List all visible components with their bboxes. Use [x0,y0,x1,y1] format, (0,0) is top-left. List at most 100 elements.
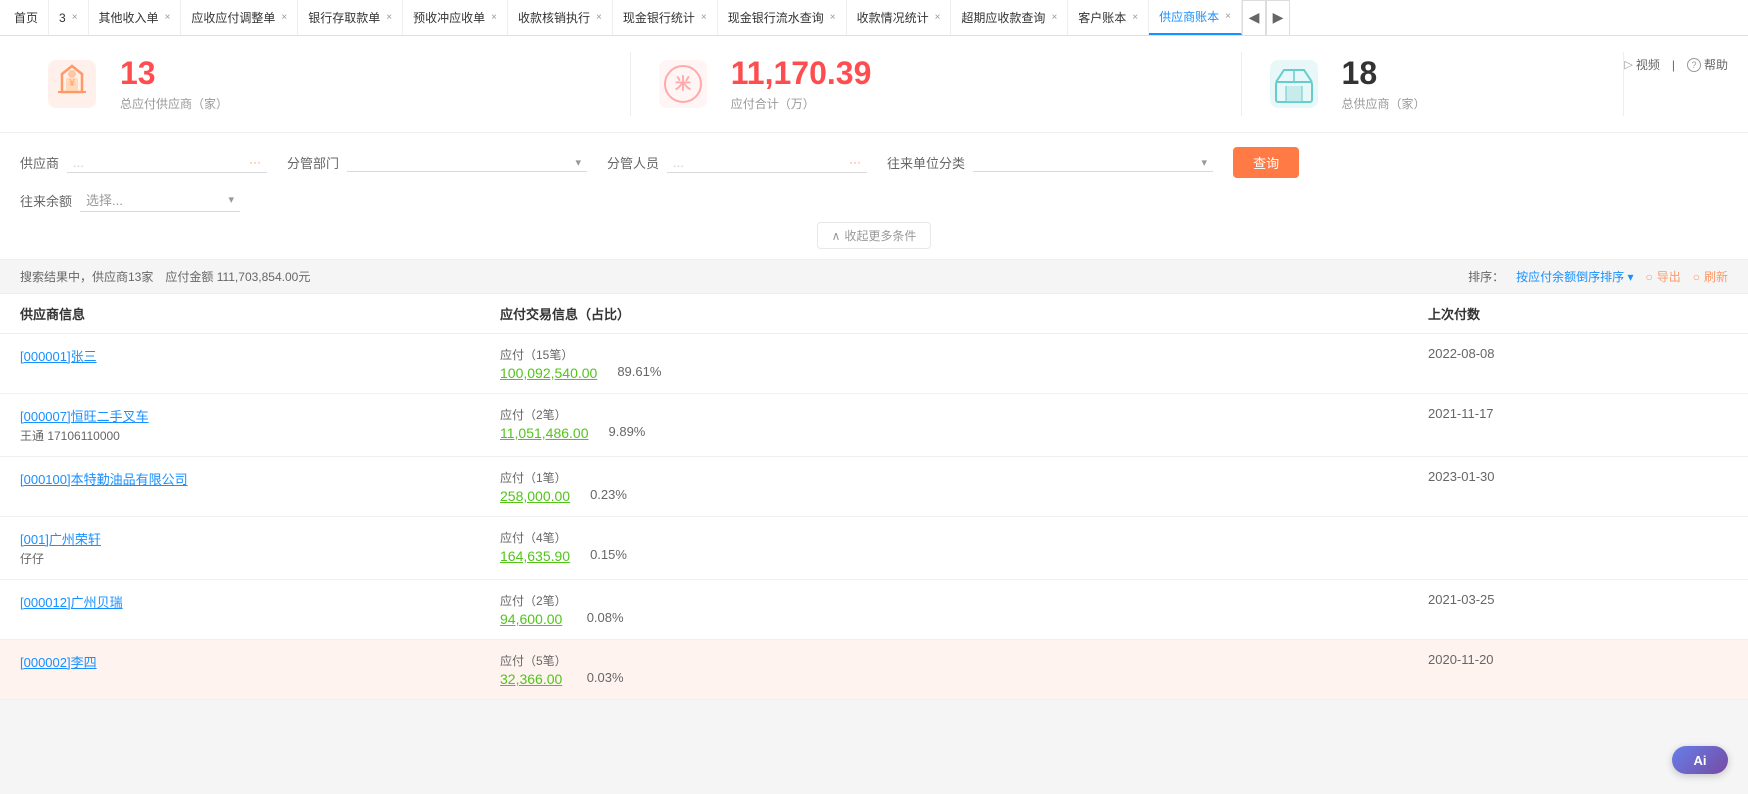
nav-item-cash-bank-flow[interactable]: 现金银行流水查询 × [718,0,847,35]
nav-item-supplier-ledger[interactable]: 供应商账本 × [1149,0,1242,35]
amount-value[interactable]: 100,092,540.00 [500,365,597,381]
help-text: 帮助 [1704,56,1728,73]
video-link[interactable]: ▷ 视频 [1624,56,1659,73]
close-icon[interactable]: × [596,12,602,23]
supplier-input[interactable]: ... ··· [67,153,267,173]
person-filter-label: 分管人员 [607,153,659,172]
refresh-button[interactable]: ○ 刷新 [1693,268,1728,285]
close-icon[interactable]: × [1051,12,1057,23]
result-bar: 搜索结果中，供应商13家 应付金额 111,703,854.00元 排序： 按应… [0,260,1748,294]
filter-section: 供应商 ... ··· 分管部门 ▾ 分管人员 ... ··· 往来单位分类 [0,133,1748,260]
card1-number: 13 [120,56,228,91]
supplier-link[interactable]: [001]广州荣轩 [20,529,500,548]
close-icon[interactable]: × [281,12,287,23]
search-button[interactable]: 查询 [1233,147,1299,178]
amount-percent: 0.23% [590,469,627,502]
result-amount: 应付金额 111,703,854.00元 [165,268,310,285]
category-chevron-down-icon: ▾ [1202,156,1208,169]
supplier-link[interactable]: [000007]恒旺二手叉车 [20,406,500,425]
person-filter: 分管人员 ... ··· [607,153,867,173]
last-pay-cell: 2022-08-08 [1428,346,1728,381]
close-icon[interactable]: × [491,12,497,23]
nav-item-label: 超期应收款查询 [961,9,1045,26]
amount-percent: 0.08% [587,592,624,625]
chevron-up-icon: ∧ [832,229,841,243]
close-icon[interactable]: × [830,12,836,23]
svg-text:米: 米 [675,74,692,93]
amount-value[interactable]: 94,600.00 [500,611,567,627]
amount-value[interactable]: 258,000.00 [500,488,570,504]
transaction-cell: 应付（2笔） 94,600.00 0.08% [500,592,1428,627]
divider: | [1672,58,1675,72]
close-icon[interactable]: × [1225,11,1231,22]
store-icon [1262,52,1326,116]
export-button[interactable]: ○ 导出 [1645,268,1680,285]
nav-item-cash-bank-stats[interactable]: 现金银行统计 × [613,0,718,35]
nav-arrow-left[interactable]: ◀ [1242,0,1266,36]
col-header-transaction: 应付交易信息（占比） [500,304,1428,323]
last-pay-cell: 2020-11-20 [1428,652,1728,687]
close-icon[interactable]: × [72,12,78,23]
svg-text:¥: ¥ [68,78,75,89]
supplier-info-cell: [000001]张三 [20,346,500,381]
balance-filter: 往来余额 选择... ▾ [20,188,240,212]
supplier-filter-label: 供应商 [20,153,59,172]
nav-item-ar-ap-adjust[interactable]: 应收应付调整单 × [181,0,298,35]
nav-item-label: 首页 [14,9,38,26]
collapse-button[interactable]: ∧ 收起更多条件 [817,222,932,249]
result-count: 搜索结果中，供应商13家 [20,268,153,285]
amount-info: 应付（5笔） 32,366.00 [500,652,567,687]
help-link[interactable]: ? 帮助 [1687,56,1728,73]
amount-value[interactable]: 164,635.90 [500,548,570,564]
amount-value[interactable]: 11,051,486.00 [500,425,589,441]
sort-select[interactable]: 按应付余额倒序排序 ▾ [1516,268,1633,285]
amount-info: 应付（4笔） 164,635.90 [500,529,570,564]
person-input-text: ... [673,155,849,170]
amount-value[interactable]: 32,366.00 [500,671,567,687]
dept-select[interactable]: ▾ [347,154,587,172]
table-row: [000002]李四 应付（5笔） 32,366.00 0.03% 2020-1… [0,640,1748,700]
nav-item-home[interactable]: 首页 [4,0,49,35]
close-icon[interactable]: × [386,12,392,23]
person-input[interactable]: ... ··· [667,153,867,173]
amount-info: 应付（2笔） 11,051,486.00 [500,406,589,441]
dept-chevron-down-icon: ▾ [576,156,582,169]
supplier-sub: 王通 17106110000 [20,427,500,444]
table-row: [000012]广州贝瑞 应付（2笔） 94,600.00 0.08% 2021… [0,580,1748,640]
nav-item-label: 预收冲应收单 [413,9,485,26]
supplier-info-cell: [001]广州荣轩 仔仔 [20,529,500,567]
result-actions: 排序： 按应付余额倒序排序 ▾ ○ 导出 ○ 刷新 [1468,268,1728,285]
close-icon[interactable]: × [1132,12,1138,23]
nav-item-3[interactable]: 3 × [49,0,89,35]
amount-label: 应付（5笔） [500,652,567,669]
nav-item-collection-exec[interactable]: 收款核销执行 × [508,0,613,35]
top-right-links: ▷ 视频 | ? 帮助 [1624,52,1728,73]
nav-item-label: 3 [59,11,66,25]
nav-item-bank-deposit[interactable]: 银行存取款单 × [298,0,403,35]
ai-assistant-button[interactable]: Ai [1672,746,1728,774]
close-icon[interactable]: × [165,12,171,23]
supplier-link[interactable]: [000002]李四 [20,652,500,671]
nav-item-other-income[interactable]: 其他收入单 × [89,0,182,35]
category-select[interactable]: ▾ [973,154,1213,172]
category-filter-label: 往来单位分类 [887,153,965,172]
nav-item-customer-ledger[interactable]: 客户账本 × [1068,0,1149,35]
nav-item-overdue-ar[interactable]: 超期应收款查询 × [951,0,1068,35]
balance-select[interactable]: 选择... ▾ [80,188,240,212]
supplier-link[interactable]: [000100]本特勤油品有限公司 [20,469,500,488]
close-icon[interactable]: × [935,12,941,23]
supplier-link[interactable]: [000012]广州贝瑞 [20,592,500,611]
table-body: [000001]张三 应付（15笔） 100,092,540.00 89.61%… [0,334,1748,700]
nav-item-collection-stats[interactable]: 收款情况统计 × [847,0,952,35]
supplier-link[interactable]: [000001]张三 [20,346,500,365]
payable-amount-icon: 米 [651,52,715,116]
balance-select-text: 选择... [86,190,228,209]
nav-item-advance-offset[interactable]: 预收冲应收单 × [403,0,508,35]
nav-arrow-right[interactable]: ▶ [1266,0,1290,36]
card2-content: 11,170.39 应付合计（万） [731,56,872,112]
close-icon[interactable]: × [701,12,707,23]
amount-percent: 0.15% [590,529,627,562]
table-row: [001]广州荣轩 仔仔 应付（4笔） 164,635.90 0.15% [0,517,1748,580]
refresh-icon: ○ [1693,270,1700,284]
amount-label: 应付（1笔） [500,469,570,486]
